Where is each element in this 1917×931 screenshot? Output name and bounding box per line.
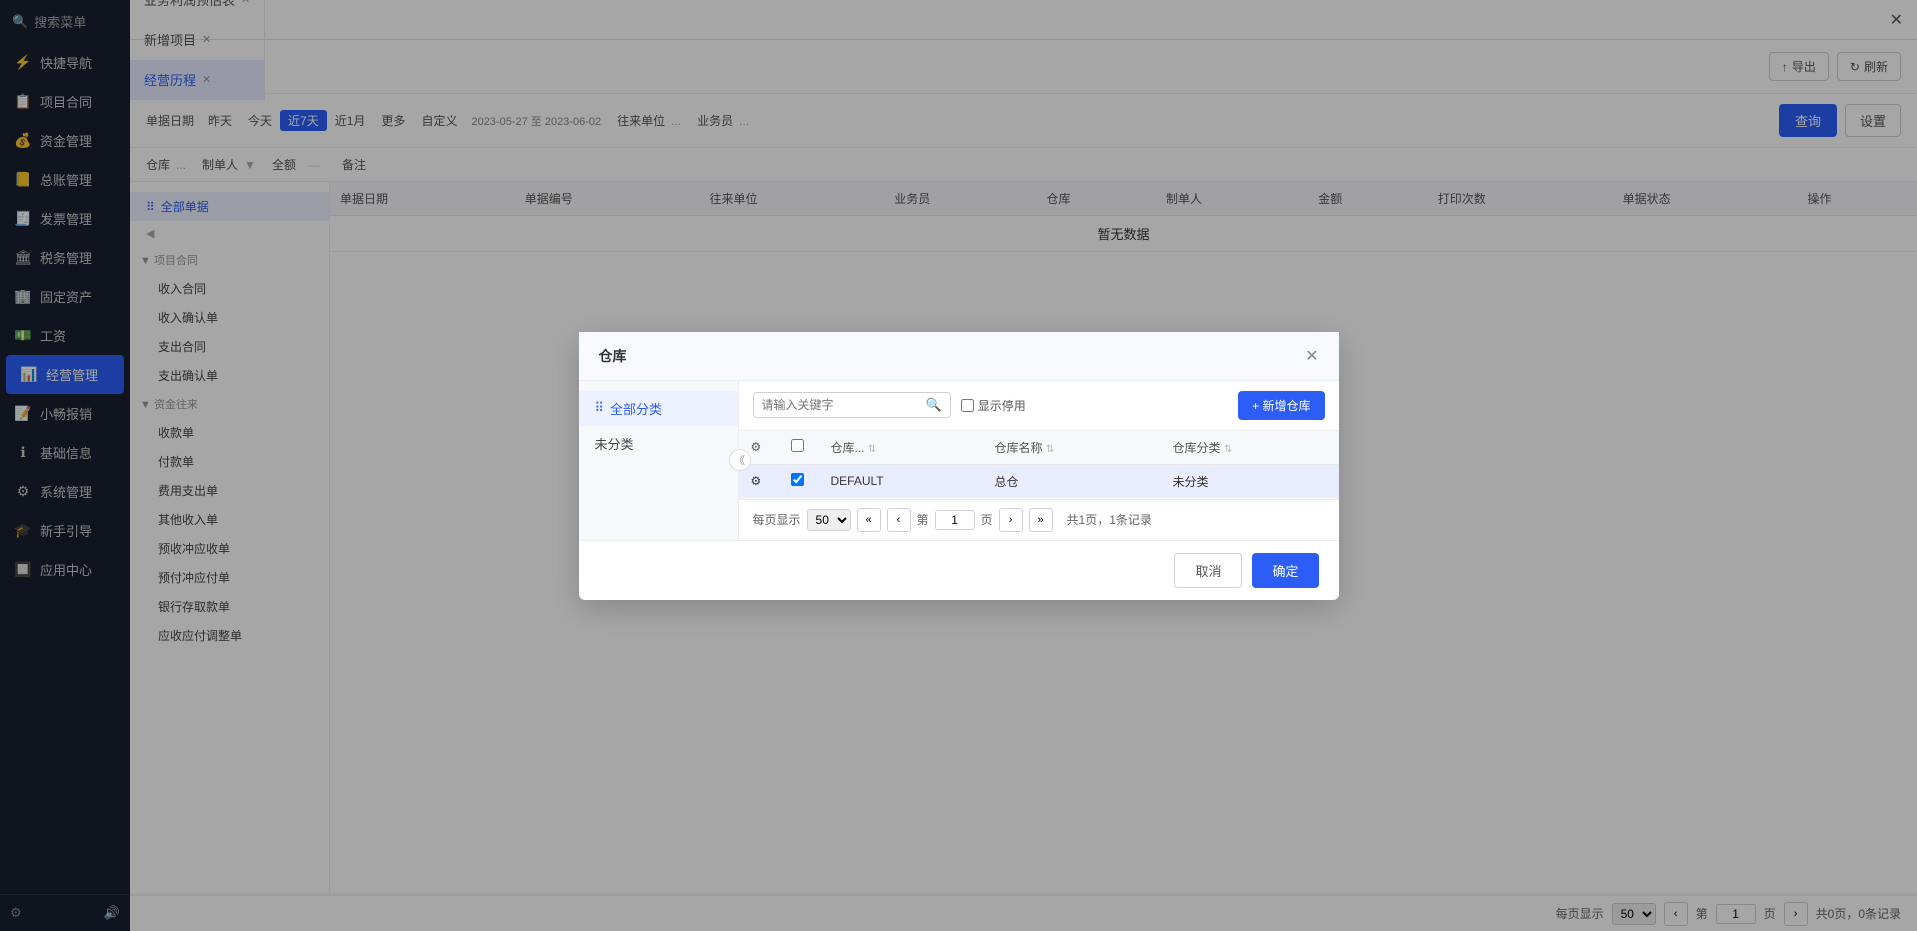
modal-warehouse-table: ⚙ 仓库... ⇅ 仓库名称 bbox=[739, 431, 1339, 499]
modal-search-input[interactable] bbox=[762, 398, 922, 412]
modal-body: ⠿ 全部分类未分类 《 🔍 显示停用 + 新增仓库 bbox=[579, 381, 1339, 540]
th-category[interactable]: 仓库分类 ⇅ bbox=[1160, 431, 1338, 465]
modal-table-row[interactable]: ⚙ DEFAULT 总仓 未分类 bbox=[739, 464, 1339, 498]
modal-prev-btn[interactable]: ‹ bbox=[887, 508, 911, 532]
sort-icon-category: ⇅ bbox=[1224, 444, 1232, 455]
modal-page-label: 第 bbox=[917, 511, 929, 528]
modal-last-btn[interactable]: » bbox=[1029, 508, 1053, 532]
modal-next-btn[interactable]: › bbox=[999, 508, 1023, 532]
warehouse-modal: 仓库 ✕ ⠿ 全部分类未分类 《 🔍 bbox=[579, 332, 1339, 600]
modal-first-btn[interactable]: « bbox=[857, 508, 881, 532]
modal-pagination: 每页显示 50 « ‹ 第 页 › » 共1页，1条记录 bbox=[739, 499, 1339, 540]
modal-total-text: 共1页，1条记录 bbox=[1067, 511, 1152, 528]
row-code: DEFAULT bbox=[819, 464, 983, 498]
row-name: 总仓 bbox=[982, 464, 1160, 498]
modal-page-size-select[interactable]: 50 bbox=[807, 509, 851, 531]
modal-search-icon: 🔍 bbox=[926, 397, 942, 413]
modal-right-panel: 🔍 显示停用 + 新增仓库 ⚙ bbox=[739, 381, 1339, 540]
sort-icon-name: ⇅ bbox=[1046, 444, 1054, 455]
row-checkbox[interactable] bbox=[779, 464, 819, 498]
settings-col-icon: ⚙ bbox=[751, 440, 762, 454]
sort-icon-code: ⇅ bbox=[868, 444, 876, 455]
show-disabled-checkbox[interactable] bbox=[961, 399, 974, 412]
modal-categories: ⠿ 全部分类未分类 bbox=[579, 391, 738, 461]
modal-left-panel: ⠿ 全部分类未分类 bbox=[579, 381, 739, 540]
modal-actions: 取消 确定 bbox=[579, 540, 1339, 600]
th-code[interactable]: 仓库... ⇅ bbox=[819, 431, 983, 465]
modal-overlay: 仓库 ✕ ⠿ 全部分类未分类 《 🔍 bbox=[0, 0, 1917, 931]
modal-close-btn[interactable]: ✕ bbox=[1305, 346, 1318, 366]
modal-page-size-label: 每页显示 bbox=[753, 511, 801, 528]
add-warehouse-btn[interactable]: + 新增仓库 bbox=[1238, 391, 1324, 420]
modal-category-全部分类[interactable]: ⠿ 全部分类 bbox=[579, 391, 738, 426]
modal-table-area: ⚙ 仓库... ⇅ 仓库名称 bbox=[739, 431, 1339, 499]
confirm-button[interactable]: 确定 bbox=[1252, 553, 1318, 588]
modal-table-body: ⚙ DEFAULT 总仓 未分类 bbox=[739, 464, 1339, 498]
show-disabled-label[interactable]: 显示停用 bbox=[961, 397, 1026, 414]
row-category: 未分类 bbox=[1160, 464, 1338, 498]
modal-page-input[interactable] bbox=[935, 510, 975, 530]
modal-title: 仓库 bbox=[599, 346, 627, 366]
modal-page-next-label: 页 bbox=[981, 511, 993, 528]
show-disabled-text: 显示停用 bbox=[978, 397, 1026, 414]
modal-header: 仓库 ✕ bbox=[579, 332, 1339, 381]
th-name[interactable]: 仓库名称 ⇅ bbox=[982, 431, 1160, 465]
panel-collapse-btn[interactable]: 《 bbox=[729, 449, 751, 471]
modal-category-未分类[interactable]: 未分类 bbox=[579, 426, 738, 461]
modal-search-wrap: 🔍 bbox=[753, 392, 951, 418]
cancel-button[interactable]: 取消 bbox=[1174, 553, 1242, 588]
select-all-checkbox[interactable] bbox=[791, 439, 804, 452]
row-check[interactable] bbox=[791, 473, 804, 486]
th-checkbox bbox=[779, 431, 819, 465]
modal-toolbar: 🔍 显示停用 + 新增仓库 bbox=[739, 381, 1339, 431]
modal-table-header-row: ⚙ 仓库... ⇅ 仓库名称 bbox=[739, 431, 1339, 465]
